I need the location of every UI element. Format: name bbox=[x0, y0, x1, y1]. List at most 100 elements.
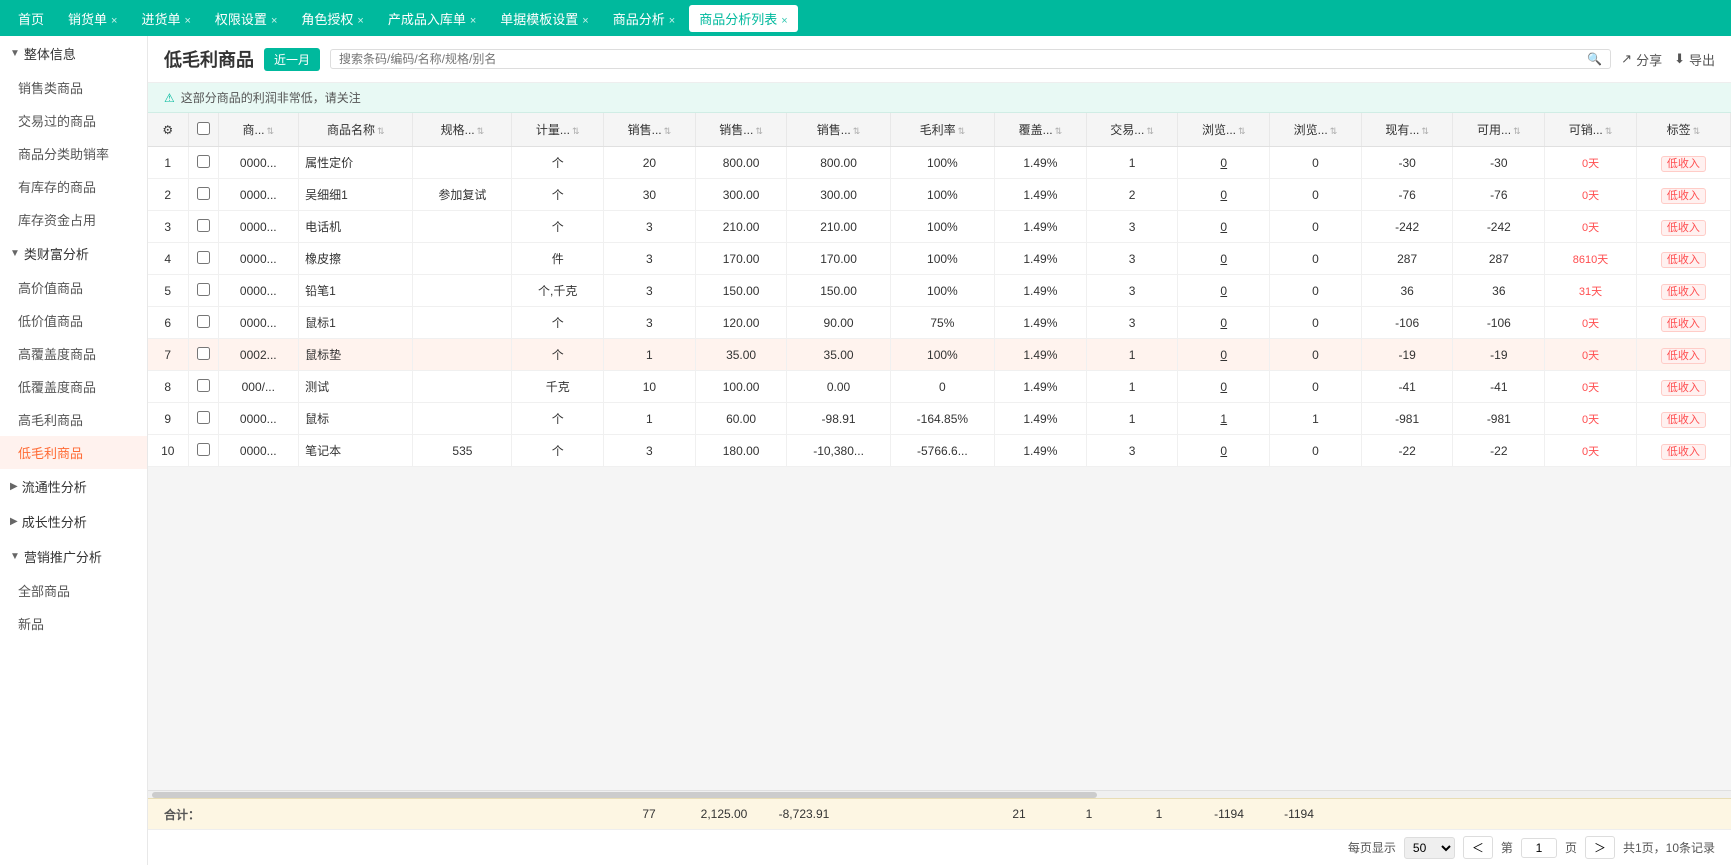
sidebar-item-低价值商品[interactable]: 低价值商品 bbox=[0, 304, 147, 337]
row-checkbox[interactable] bbox=[197, 219, 210, 232]
row-checkbox[interactable] bbox=[197, 251, 210, 264]
row-current: -19 bbox=[1361, 339, 1453, 371]
row-checkbox[interactable] bbox=[197, 315, 210, 328]
col-header-code[interactable]: 商...⇅ bbox=[218, 113, 299, 147]
nav-item-权限设置[interactable]: 权限设置× bbox=[205, 5, 287, 32]
view1-link[interactable]: 0 bbox=[1220, 284, 1227, 298]
sidebar-group-营销推广分析[interactable]: ▼营销推广分析 bbox=[0, 539, 147, 574]
row-checkbox[interactable] bbox=[197, 283, 210, 296]
sidebar-item-全部商品[interactable]: 全部商品 bbox=[0, 574, 147, 607]
footer-view2: 1 bbox=[1124, 805, 1194, 823]
sidebar-item-库存资金占用[interactable]: 库存资金占用 bbox=[0, 203, 147, 236]
sidebar-group-流通性分析[interactable]: ▶流通性分析 bbox=[0, 469, 147, 504]
col-header-saleable[interactable]: 可销...⇅ bbox=[1545, 113, 1637, 147]
col-header-coverage[interactable]: 覆盖...⇅ bbox=[995, 113, 1087, 147]
next-page-button[interactable]: ＞ bbox=[1585, 836, 1615, 859]
sidebar-group-整体信息[interactable]: ▼整体信息 bbox=[0, 36, 147, 71]
row-sales-profit: 90.00 bbox=[787, 307, 890, 339]
view1-link[interactable]: 0 bbox=[1220, 156, 1227, 170]
nav-item-进货单[interactable]: 进货单× bbox=[131, 5, 200, 32]
sidebar-item-销售类商品[interactable]: 销售类商品 bbox=[0, 71, 147, 104]
view1-link[interactable]: 1 bbox=[1220, 412, 1227, 426]
view1-link[interactable]: 0 bbox=[1220, 220, 1227, 234]
col-header-view1[interactable]: 浏览...⇅ bbox=[1178, 113, 1270, 147]
page-input[interactable] bbox=[1521, 838, 1557, 858]
sidebar-group-成长性分析[interactable]: ▶成长性分析 bbox=[0, 504, 147, 539]
nav-close-icon[interactable]: × bbox=[669, 15, 675, 27]
sidebar-item-商品分类助销率[interactable]: 商品分类助销率 bbox=[0, 137, 147, 170]
sidebar-item-高毛利商品[interactable]: 高毛利商品 bbox=[0, 403, 147, 436]
view1-link[interactable]: 0 bbox=[1220, 252, 1227, 266]
search-icon: 🔍 bbox=[1587, 52, 1602, 66]
col-header-tag[interactable]: 标签⇅ bbox=[1636, 113, 1730, 147]
col-header-spec[interactable]: 规格...⇅ bbox=[413, 113, 512, 147]
view1-link[interactable]: 0 bbox=[1220, 380, 1227, 394]
sidebar-item-高价值商品[interactable]: 高价值商品 bbox=[0, 271, 147, 304]
sidebar-group-类财富分析[interactable]: ▼类财富分析 bbox=[0, 236, 147, 271]
nav-close-icon[interactable]: × bbox=[111, 15, 117, 27]
nav-item-首页[interactable]: 首页 bbox=[8, 5, 54, 32]
col-header-name[interactable]: 商品名称⇅ bbox=[299, 113, 413, 147]
nav-close-icon[interactable]: × bbox=[470, 15, 476, 27]
share-button[interactable]: ↗ 分享 bbox=[1621, 50, 1662, 69]
nav-item-商品分析[interactable]: 商品分析× bbox=[603, 5, 685, 32]
nav-close-icon[interactable]: × bbox=[184, 15, 190, 27]
tag-badge: 低收入 bbox=[1661, 444, 1706, 460]
row-checkbox[interactable] bbox=[197, 347, 210, 360]
chevron-icon: ▼ bbox=[10, 551, 20, 562]
row-tag: 低收入 bbox=[1636, 403, 1730, 435]
col-header-unit[interactable]: 计量...⇅ bbox=[512, 113, 604, 147]
row-spec bbox=[413, 275, 512, 307]
col-header-available[interactable]: 可用...⇅ bbox=[1453, 113, 1545, 147]
nav-item-商品分析列表[interactable]: 商品分析列表× bbox=[689, 5, 797, 32]
row-checkbox[interactable] bbox=[197, 411, 210, 424]
sidebar-item-低覆盖度商品[interactable]: 低覆盖度商品 bbox=[0, 370, 147, 403]
row-checkbox[interactable] bbox=[197, 187, 210, 200]
view1-link[interactable]: 0 bbox=[1220, 188, 1227, 202]
notice-text: 这部分商品的利润非常低，请关注 bbox=[181, 89, 361, 106]
sidebar-item-高覆盖度商品[interactable]: 高覆盖度商品 bbox=[0, 337, 147, 370]
view1-link[interactable]: 0 bbox=[1220, 348, 1227, 362]
nav-close-icon[interactable]: × bbox=[271, 15, 277, 27]
search-input[interactable] bbox=[339, 52, 1587, 66]
nav-close-icon[interactable]: × bbox=[582, 15, 588, 27]
row-checkbox[interactable] bbox=[197, 379, 210, 392]
nav-close-icon[interactable]: × bbox=[781, 15, 787, 27]
col-header-sales_profit[interactable]: 销售...⇅ bbox=[787, 113, 890, 147]
view1-link[interactable]: 0 bbox=[1220, 444, 1227, 458]
row-spec: 535 bbox=[413, 435, 512, 467]
col-header-gross_margin[interactable]: 毛利率⇅ bbox=[890, 113, 994, 147]
col-header-current[interactable]: 现有...⇅ bbox=[1361, 113, 1453, 147]
settings-icon[interactable]: ⚙ bbox=[162, 123, 173, 137]
chevron-icon: ▼ bbox=[10, 248, 20, 259]
row-num: 6 bbox=[148, 307, 188, 339]
col-header-sales_price[interactable]: 销售...⇅ bbox=[695, 113, 787, 147]
nav-item-产成品入库单[interactable]: 产成品入库单× bbox=[378, 5, 486, 32]
nav-item-单据模板设置[interactable]: 单据模板设置× bbox=[490, 5, 598, 32]
row-current: -22 bbox=[1361, 435, 1453, 467]
col-header-sales_qty[interactable]: 销售...⇅ bbox=[604, 113, 696, 147]
col-header-view2[interactable]: 浏览...⇅ bbox=[1270, 113, 1362, 147]
row-checkbox[interactable] bbox=[197, 155, 210, 168]
export-button[interactable]: ⬇ 导出 bbox=[1674, 50, 1715, 69]
row-code: 0000... bbox=[218, 179, 299, 211]
footer-empty3 bbox=[294, 805, 364, 823]
sidebar-item-有库存的商品[interactable]: 有库存的商品 bbox=[0, 170, 147, 203]
row-sales-profit: 800.00 bbox=[787, 147, 890, 179]
date-filter-button[interactable]: 近一月 bbox=[264, 48, 320, 71]
nav-close-icon[interactable]: × bbox=[357, 15, 363, 27]
per-page-select[interactable]: 50 20 100 bbox=[1404, 837, 1455, 859]
sidebar-item-交易过的商品[interactable]: 交易过的商品 bbox=[0, 104, 147, 137]
row-checkbox[interactable] bbox=[197, 443, 210, 456]
sidebar-item-低毛利商品[interactable]: 低毛利商品 bbox=[0, 436, 147, 469]
sidebar-item-新品[interactable]: 新品 bbox=[0, 607, 147, 640]
row-sales-qty: 3 bbox=[604, 211, 696, 243]
prev-page-button[interactable]: ＜ bbox=[1463, 836, 1493, 859]
row-checkbox-cell bbox=[188, 339, 218, 371]
select-all-checkbox[interactable] bbox=[197, 122, 210, 135]
col-header-trade[interactable]: 交易...⇅ bbox=[1086, 113, 1178, 147]
page-title: 低毛利商品 bbox=[164, 46, 254, 72]
view1-link[interactable]: 0 bbox=[1220, 316, 1227, 330]
nav-item-销货单[interactable]: 销货单× bbox=[58, 5, 127, 32]
nav-item-角色授权[interactable]: 角色授权× bbox=[291, 5, 373, 32]
